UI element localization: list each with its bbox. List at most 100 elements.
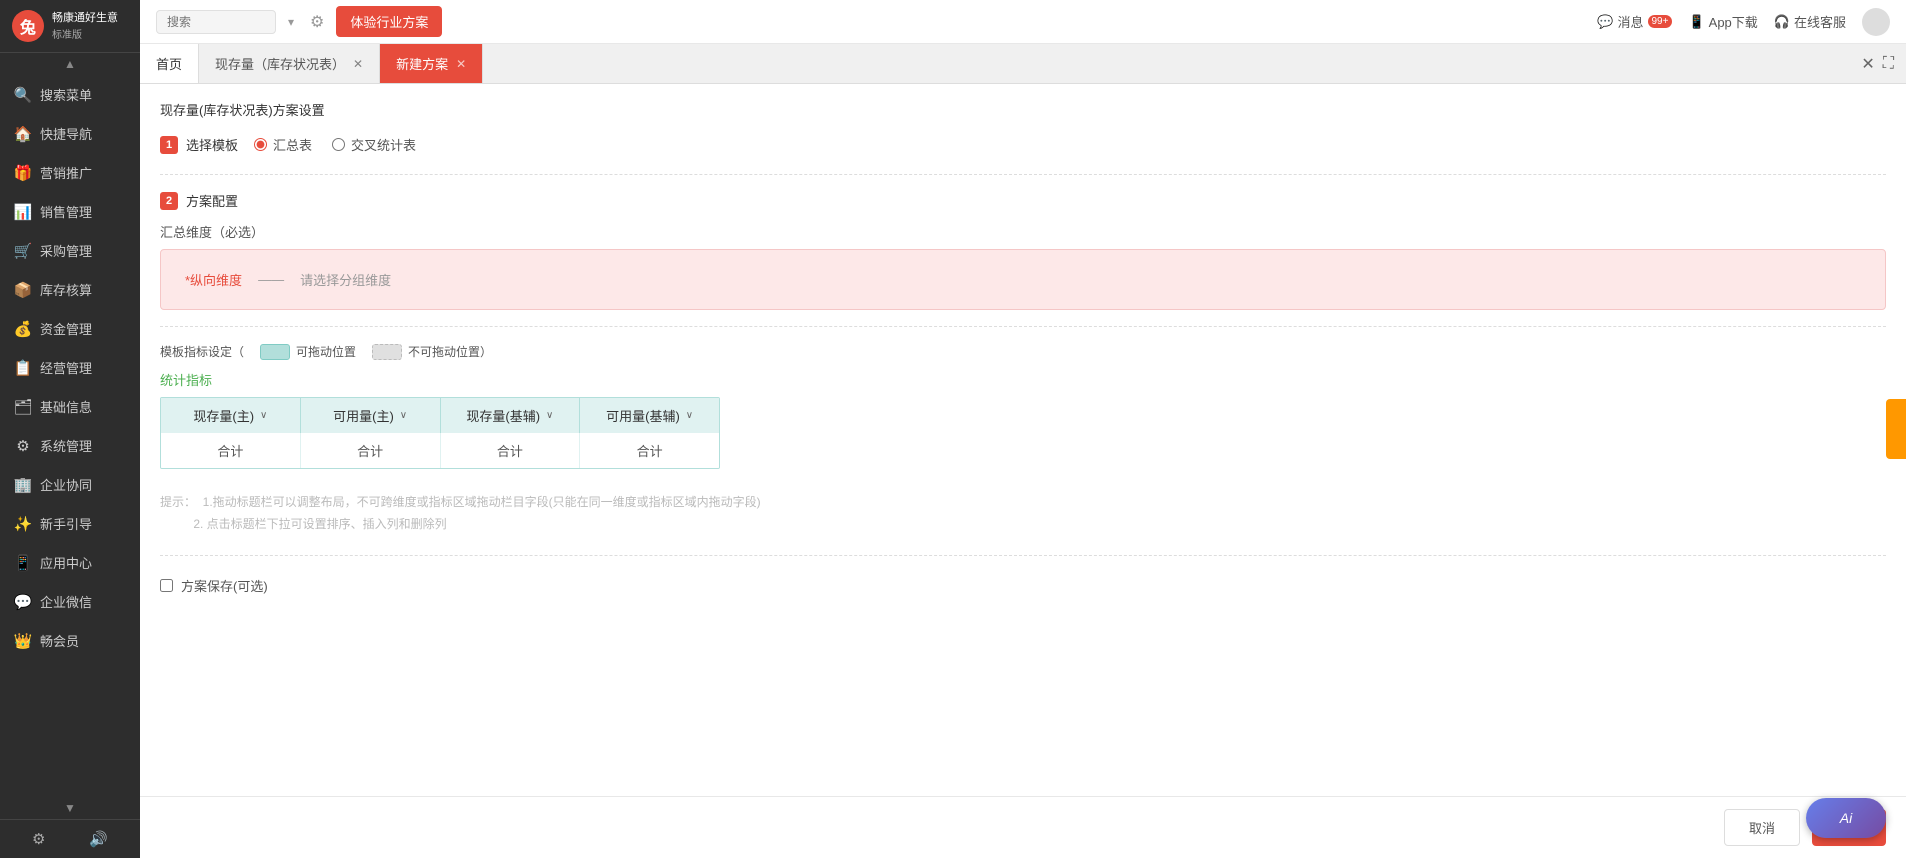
member-icon: 👑 [14, 632, 32, 650]
sidebar-item-wechat[interactable]: 💬 企业微信 [0, 582, 140, 621]
stats-col-3-chevron[interactable]: ∨ [546, 410, 553, 421]
radio-summary-input[interactable] [254, 138, 267, 151]
tab-home-label: 首页 [156, 54, 182, 73]
close-window-icon[interactable]: ✕ [1861, 54, 1874, 74]
divider-2 [160, 326, 1886, 327]
sidebar-item-member[interactable]: 👑 畅会员 [0, 621, 140, 660]
sidebar-scroll-down[interactable]: ▼ [0, 797, 140, 819]
tab-inventory-status-close-icon[interactable]: ✕ [353, 57, 363, 71]
tab-home[interactable]: 首页 [140, 44, 199, 83]
stats-col-4-chevron[interactable]: ∨ [686, 410, 693, 421]
sidebar-item-operations[interactable]: 📋 经营管理 [0, 348, 140, 387]
sidebar-item-sales[interactable]: 📊 销售管理 [0, 192, 140, 231]
dimension-box[interactable]: *纵向维度 —— 请选择分组维度 [160, 249, 1886, 310]
customer-service-icon: 🎧 [1774, 14, 1790, 30]
section2-title: 方案配置 [186, 191, 238, 210]
app-version: 标准版 [52, 26, 118, 41]
stats-col-3[interactable]: 现存量(基辅) ∨ [441, 398, 581, 433]
new-guide-icon: ✨ [14, 515, 32, 533]
avatar[interactable] [1862, 8, 1890, 36]
radio-cross-label: 交叉统计表 [351, 135, 416, 154]
settings-footer-icon[interactable]: ⚙ [32, 830, 45, 848]
app-download-label: App下载 [1709, 12, 1758, 31]
stats-col-4[interactable]: 可用量(基辅) ∨ [580, 398, 719, 433]
sidebar-item-search-label: 搜索菜单 [40, 85, 92, 104]
sidebar-item-quick-nav[interactable]: 🏠 快捷导航 [0, 114, 140, 153]
app-center-icon: 📱 [14, 554, 32, 572]
stats-cell-1-1: 合计 [161, 433, 301, 468]
sidebar-scroll-up[interactable]: ▲ [0, 53, 140, 75]
sidebar-item-finance[interactable]: 💰 资金管理 [0, 309, 140, 348]
topbar-gear-icon[interactable]: ⚙ [310, 12, 324, 32]
action-bar: 取消 查询 [140, 796, 1906, 858]
stats-col-1[interactable]: 现存量(主) ∨ [161, 398, 301, 433]
stats-table-body: 合计 合计 合计 合计 [161, 433, 719, 468]
app-download-icon: 📱 [1688, 14, 1704, 30]
stats-cell-1-4: 合计 [580, 433, 719, 468]
expand-window-icon[interactable]: ⛶ [1883, 55, 1894, 73]
sidebar-item-inventory-label: 库存核算 [40, 280, 92, 299]
sidebar-item-app-center[interactable]: 📱 应用中心 [0, 543, 140, 582]
stats-table: 现存量(主) ∨ 可用量(主) ∨ 现存量(基辅) ∨ 可用量(基辅) [160, 397, 720, 469]
sidebar-menu: 🔍 搜索菜单 🏠 快捷导航 🎁 营销推广 📊 销售管理 🛒 采购管理 📦 库存核… [0, 75, 140, 797]
stats-col-2[interactable]: 可用量(主) ∨ [301, 398, 441, 433]
cancel-button[interactable]: 取消 [1724, 809, 1800, 846]
search-chevron-icon[interactable]: ▾ [288, 15, 294, 29]
tips-section: 提示： 1.拖动标题栏可以调整布局，不可跨维度或指标区域拖动栏目字段(只能在同一… [160, 492, 1886, 535]
operations-icon: 📋 [14, 359, 32, 377]
sidebar-item-purchase[interactable]: 🛒 采购管理 [0, 231, 140, 270]
dimension-dash: —— [258, 272, 284, 287]
message-button[interactable]: 💬 消息 99+ [1597, 12, 1672, 31]
ai-float-button[interactable]: Ai [1806, 798, 1886, 838]
audio-footer-icon[interactable]: 🔊 [89, 830, 108, 848]
stats-col-1-chevron[interactable]: ∨ [260, 410, 267, 421]
section2-header: 2 方案配置 [160, 191, 1886, 210]
gift-icon: 🎁 [14, 164, 32, 182]
tabbar: 首页 现存量（库存状况表） ✕ 新建方案 ✕ ✕ ⛶ [140, 44, 1906, 84]
tab-new-plan-close-icon[interactable]: ✕ [456, 57, 466, 71]
sidebar-item-system[interactable]: ⚙ 系统管理 [0, 426, 140, 465]
stats-title: 统计指标 [160, 370, 1886, 389]
section-plan-config: 2 方案配置 汇总维度（必选） *纵向维度 —— 请选择分组维度 模板指标设定（ [160, 191, 1886, 535]
radio-cross-input[interactable] [332, 138, 345, 151]
sidebar-item-wechat-label: 企业微信 [40, 592, 92, 611]
sidebar-item-marketing[interactable]: 🎁 营销推广 [0, 153, 140, 192]
stats-cell-1-2: 合计 [301, 433, 441, 468]
legend-draggable: 可拖动位置 [260, 343, 356, 360]
industry-plan-button[interactable]: 体验行业方案 [336, 6, 442, 37]
right-edge-bar[interactable] [1886, 399, 1906, 459]
sidebar-item-quick-nav-label: 快捷导航 [40, 124, 92, 143]
tab-new-plan[interactable]: 新建方案 ✕ [380, 44, 483, 83]
sidebar-item-inventory[interactable]: 📦 库存核算 [0, 270, 140, 309]
stats-col-1-label: 现存量(主) [193, 406, 254, 425]
sidebar-item-search[interactable]: 🔍 搜索菜单 [0, 75, 140, 114]
sidebar-item-new-guide[interactable]: ✨ 新手引导 [0, 504, 140, 543]
section1-header: 1 选择模板 汇总表 交叉统计表 [160, 135, 1886, 154]
stats-table-header: 现存量(主) ∨ 可用量(主) ∨ 现存量(基辅) ∨ 可用量(基辅) [161, 398, 719, 433]
dimension-placeholder: 请选择分组维度 [300, 270, 391, 289]
sales-icon: 📊 [14, 203, 32, 221]
app-download-button[interactable]: 📱 App下载 [1688, 12, 1757, 31]
tips-title: 提示： 1.拖动标题栏可以调整布局，不可跨维度或指标区域拖动栏目字段(只能在同一… [160, 492, 1886, 514]
sidebar-item-basic-info[interactable]: 🗂 基础信息 [0, 387, 140, 426]
stats-col-2-chevron[interactable]: ∨ [400, 410, 407, 421]
radio-summary[interactable]: 汇总表 [254, 135, 312, 154]
save-option-checkbox[interactable] [160, 579, 173, 592]
tabbar-right: ✕ ⛶ [1849, 44, 1906, 83]
enterprise-icon: 🏢 [14, 476, 32, 494]
stats-cell-1-3: 合计 [441, 433, 581, 468]
divider-3 [160, 555, 1886, 556]
radio-cross[interactable]: 交叉统计表 [332, 135, 416, 154]
tab-inventory-status[interactable]: 现存量（库存状况表） ✕ [199, 44, 380, 83]
message-badge: 99+ [1648, 15, 1673, 28]
dimension-required-label: *纵向维度 [185, 270, 242, 289]
stats-col-2-label: 可用量(主) [333, 406, 394, 425]
customer-service-button[interactable]: 🎧 在线客服 [1774, 12, 1846, 31]
logo-icon: 兔 [12, 10, 44, 42]
divider-1 [160, 174, 1886, 175]
search-input[interactable] [156, 10, 276, 34]
indicator-legend: 模板指标设定（ 可拖动位置 不可拖动位置） [160, 343, 1886, 360]
sidebar-item-enterprise[interactable]: 🏢 企业协同 [0, 465, 140, 504]
dimension-label: 汇总维度（必选） [160, 222, 1886, 241]
home-icon: 🏠 [14, 125, 32, 143]
